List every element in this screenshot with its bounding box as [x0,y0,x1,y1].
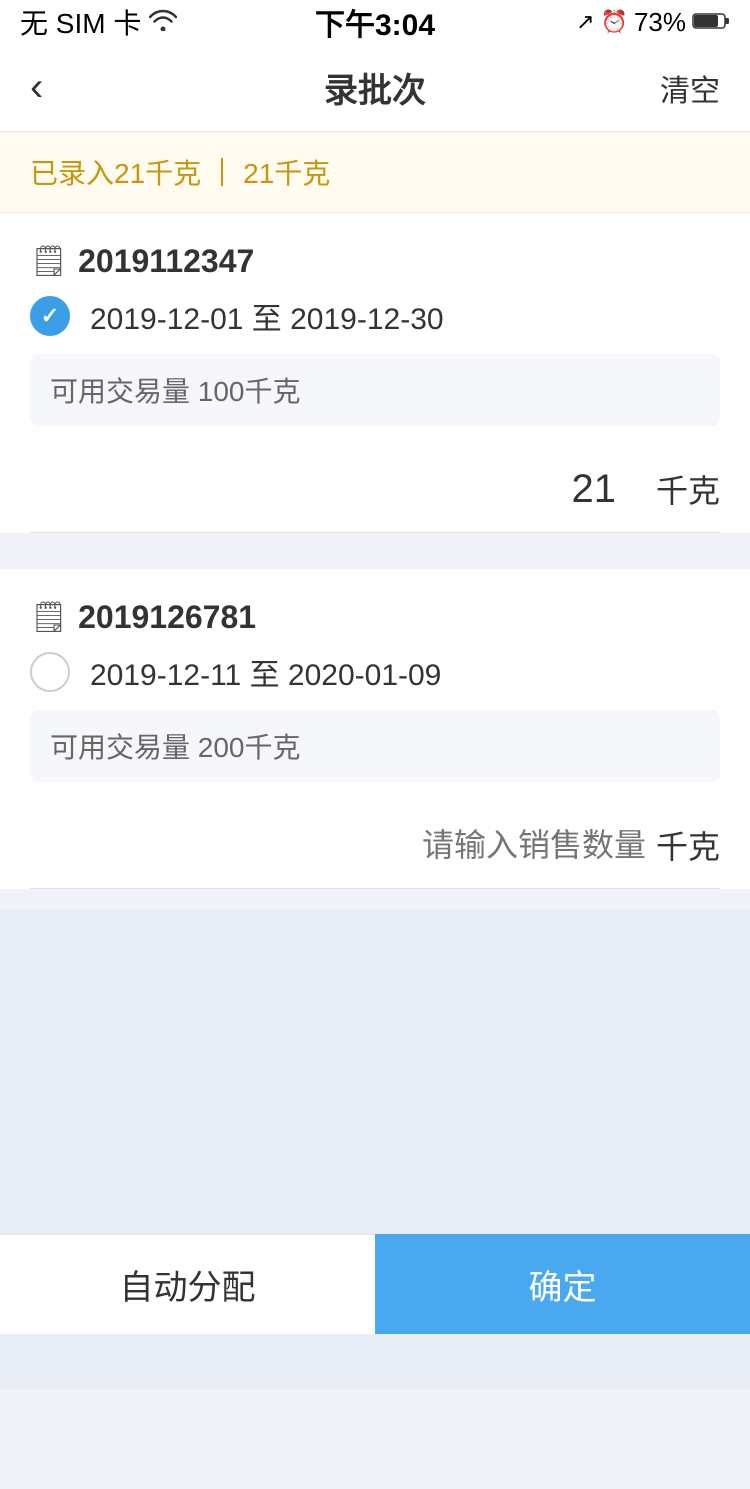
status-time: 下午3:04 [315,0,435,44]
batch-1-underline [30,532,720,533]
wifi-icon [149,6,177,38]
auto-distribute-label: 自动分配 [120,1260,256,1309]
battery-percent: 73% [634,7,686,38]
batch-item-2: 🗒 2019126781 2019-12-11 至 2020-01-09 可用交… [0,569,750,802]
back-button[interactable]: ‹ [30,65,90,110]
location-icon: ↗ [576,9,594,35]
carrier-text: 无 SIM 卡 [20,2,141,42]
auto-distribute-button[interactable]: 自动分配 [0,1234,375,1334]
batch-2-avail-box: 可用交易量 200千克 [30,710,720,782]
batch-1-avail-box: 可用交易量 100千克 [30,354,720,426]
batch-card-2: 🗒 2019126781 2019-12-11 至 2020-01-09 可用交… [0,569,750,889]
confirm-label: 确定 [529,1260,597,1309]
nav-bar: ‹ 录批次 清空 [0,44,750,132]
batch-1-header: 🗒 2019112347 [30,243,720,280]
batch-1-id: 2019112347 [78,243,254,280]
batch-2-underline [30,888,720,889]
section-divider-1 [0,553,750,569]
batch-1-avail-text: 可用交易量 100千克 [50,376,301,407]
info-banner: 已录入21千克 21千克 [0,132,750,213]
batch-2-header: 🗒 2019126781 [30,599,720,636]
batch-card-1: 🗒 2019112347 2019-12-01 至 2019-12-30 可用交… [0,213,750,533]
sales-quantity-input[interactable] [346,827,646,864]
batch-2-icon: 🗒 [30,600,68,635]
info-divider [221,158,223,186]
batch-2-unit: 千克 [656,822,720,868]
batch-1-date-row: 2019-12-01 至 2019-12-30 [30,294,720,338]
batch-2-date: 2019-12-11 至 2020-01-09 [90,650,441,694]
batch-1-qty-unit: 千克 [656,466,720,512]
batch-1-radio[interactable] [30,296,70,336]
batch-1-qty-row: 21 千克 [0,446,750,532]
alarm-icon: ⏰ [601,9,628,35]
status-left: 无 SIM 卡 [20,2,177,42]
status-bar: 无 SIM 卡 下午3:04 ↗ ⏰ 73% [0,0,750,44]
clear-button[interactable]: 清空 [660,66,720,110]
page-title: 录批次 [324,63,426,112]
batch-2-radio[interactable] [30,652,70,692]
batch-1-qty-value: 21 [571,467,616,512]
batch-2-avail-text: 可用交易量 200千克 [50,732,301,763]
batch-2-id: 2019126781 [78,599,256,636]
status-right: ↗ ⏰ 73% [576,7,730,38]
info-recorded-label: 已录入21千克 [30,152,201,192]
batch-2-date-row: 2019-12-11 至 2020-01-09 [30,650,720,694]
batch-2-input-row: 千克 [0,802,750,888]
info-value: 21千克 [243,152,330,192]
battery-icon [692,7,730,38]
batch-1-date: 2019-12-01 至 2019-12-30 [90,294,444,338]
batch-item-1: 🗒 2019112347 2019-12-01 至 2019-12-30 可用交… [0,213,750,446]
bottom-bar: 自动分配 确定 [0,1234,750,1334]
confirm-button[interactable]: 确定 [375,1234,750,1334]
batch-1-icon: 🗒 [30,244,68,279]
